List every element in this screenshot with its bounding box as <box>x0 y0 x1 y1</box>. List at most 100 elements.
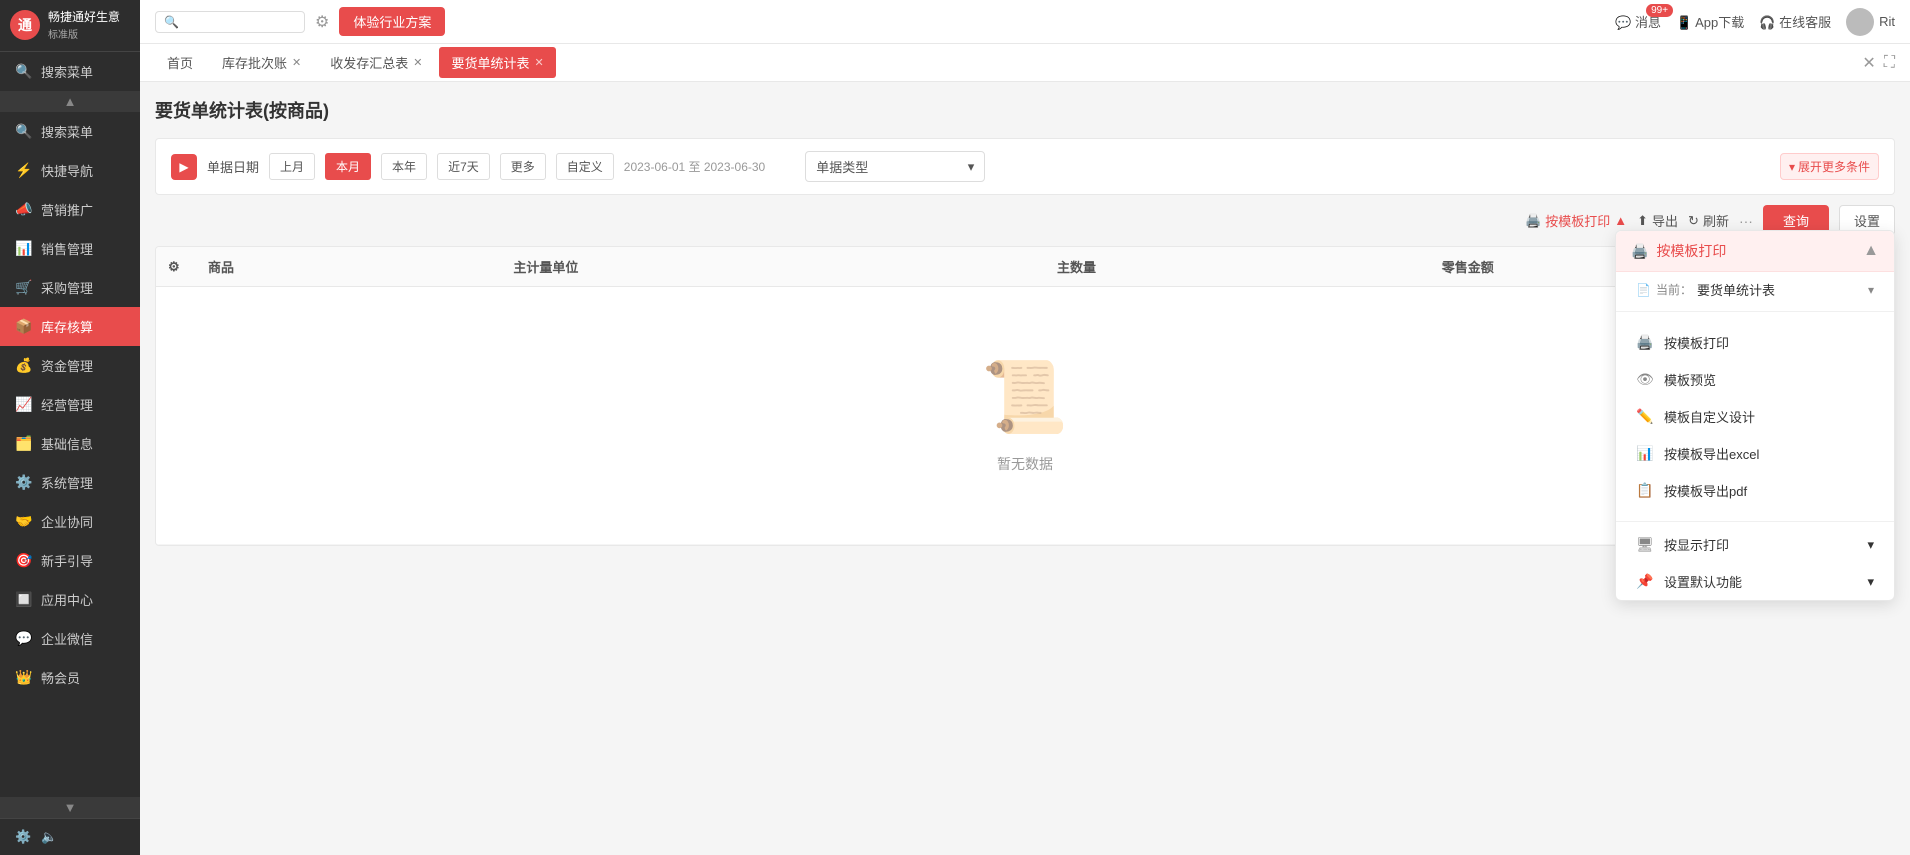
sidebar-item-quick-nav[interactable]: ⚡ 快捷导航 <box>0 151 140 190</box>
nav-label-wechat: 企业微信 <box>41 629 93 648</box>
dropdown-header-right: ▲ <box>1863 242 1879 260</box>
dropdown-title: 按模板打印 <box>1656 241 1726 261</box>
content-area: 要货单统计表(按商品) ▶ 单据日期 上月 本月 本年 近7天 更多 自定义 2… <box>140 82 1910 855</box>
dropdown-item-set-default[interactable]: 📌 设置默认功能 ▾ <box>1616 563 1894 600</box>
tab-inventory-batch[interactable]: 库存批次账 ✕ <box>210 47 313 78</box>
maximize-window-icon[interactable]: ⛶ <box>1884 54 1895 72</box>
sidebar-item-finance[interactable]: 💰 资金管理 <box>0 346 140 385</box>
topbar-actions: 💬 消息 99+ 📱 App下载 🎧 在线客服 Rit <box>1615 8 1895 36</box>
avatar <box>1846 8 1874 36</box>
sidebar-item-search[interactable]: 🔍 搜索菜单 <box>0 112 140 151</box>
user-info[interactable]: Rit <box>1846 8 1895 36</box>
scroll-down-btn[interactable]: ▼ <box>0 797 140 818</box>
tab-receive-summary[interactable]: 收发存汇总表 ✕ <box>318 47 434 78</box>
app-download-label: App下载 <box>1695 15 1744 30</box>
current-template-prefix: 当前： <box>1656 281 1692 298</box>
sidebar-item-apps[interactable]: 🔲 应用中心 <box>0 580 140 619</box>
scroll-up-btn[interactable]: ▲ <box>0 91 140 112</box>
filter-expand-icon[interactable]: ▶ <box>171 154 197 180</box>
sidebar-item-wechat[interactable]: 💬 企业微信 <box>0 619 140 658</box>
dropdown-item-export-pdf[interactable]: 📋 按模板导出pdf <box>1616 472 1894 509</box>
current-template-value: 要货单统计表 <box>1697 280 1775 299</box>
date-btn-custom[interactable]: 自定义 <box>556 153 614 180</box>
print-button[interactable]: 🖨️ 按模板打印 ▲ <box>1525 211 1627 230</box>
sidebar-item-system[interactable]: ⚙️ 系统管理 <box>0 463 140 502</box>
topbar-search-box[interactable]: 🔍 <box>155 11 305 33</box>
page-title: 要货单统计表(按商品) <box>155 97 1895 123</box>
phone-icon: 📱 <box>1676 15 1692 30</box>
nav-icon-system: ⚙️ <box>15 474 33 491</box>
export-button[interactable]: ⬆ 导出 <box>1637 211 1678 230</box>
display-print-icon: 🖥 <box>1636 536 1654 553</box>
settings-icon[interactable]: ⚙ <box>315 12 329 32</box>
expand-more-btn[interactable]: ▾ 展开更多条件 <box>1780 153 1879 180</box>
nav-icon-basic: 🗂️ <box>15 435 33 452</box>
sidebar-item-member[interactable]: 👑 畅会员 <box>0 658 140 697</box>
nav-label-inventory: 库存核算 <box>41 317 93 336</box>
dropdown-section-templates: 🖨️ 按模板打印 👁 模板预览 ✏️ 模板自定义设计 📊 按模板导出excel … <box>1616 316 1894 517</box>
sidebar-item-guide[interactable]: 🎯 新手引导 <box>0 541 140 580</box>
trial-button[interactable]: 体验行业方案 <box>339 7 445 36</box>
dropdown-item-template-print[interactable]: 🖨️ 按模板打印 <box>1616 324 1894 361</box>
nav-icon-cooperation: 🤝 <box>15 513 33 530</box>
settings-icon[interactable]: ⚙️ <box>15 829 31 845</box>
online-service-link[interactable]: 🎧 在线客服 <box>1759 12 1831 31</box>
excel-item-icon: 📊 <box>1636 445 1654 462</box>
sidebar-bottom: ⚙️ 🔈 <box>0 818 140 855</box>
display-print-left: 🖥 按显示打印 <box>1636 535 1729 554</box>
tab-order-stats-close[interactable]: ✕ <box>535 56 544 69</box>
nav-icon-guide: 🎯 <box>15 552 33 569</box>
order-type-select[interactable]: 单据类型 ▾ <box>805 151 985 182</box>
message-icon: 💬 <box>1615 15 1631 30</box>
dropdown-item-export-excel[interactable]: 📊 按模板导出excel <box>1616 435 1894 472</box>
sidebar-search-label: 搜索菜单 <box>41 62 93 81</box>
dropdown-header-left: 🖨️ 按模板打印 <box>1631 241 1726 261</box>
sidebar-search[interactable]: 🔍 搜索菜单 <box>0 52 140 91</box>
sidebar-item-inventory[interactable]: 📦 库存核算 <box>0 307 140 346</box>
date-btn-this-year[interactable]: 本年 <box>381 153 427 180</box>
date-btn-7days[interactable]: 近7天 <box>437 153 490 180</box>
dropdown-chevron-up-icon[interactable]: ▲ <box>1863 242 1879 260</box>
sidebar-item-operations[interactable]: 📈 经营管理 <box>0 385 140 424</box>
date-btn-more[interactable]: 更多 <box>500 153 546 180</box>
sidebar-item-marketing[interactable]: 📣 营销推广 <box>0 190 140 229</box>
refresh-button[interactable]: ↻ 刷新 <box>1688 211 1729 230</box>
sidebar: 通 畅捷通好生意 标准版 🔍 搜索菜单 ▲ 🔍 搜索菜单⚡ 快捷导航📣 营销推广… <box>0 0 140 855</box>
tab-order-stats[interactable]: 要货单统计表 ✕ <box>439 47 555 78</box>
tab-receive-summary-close[interactable]: ✕ <box>413 56 422 69</box>
expand-more-label: 展开更多条件 <box>1798 158 1870 175</box>
nav-label-search: 搜索菜单 <box>41 122 93 141</box>
message-badge[interactable]: 💬 消息 99+ <box>1615 12 1661 31</box>
tab-home[interactable]: 首页 <box>155 47 205 78</box>
app-download-link[interactable]: 📱 App下载 <box>1676 12 1744 31</box>
sidebar-item-sales[interactable]: 📊 销售管理 <box>0 229 140 268</box>
date-filter-label: 单据日期 <box>207 157 259 176</box>
dropdown-item-template-preview-label: 模板预览 <box>1664 370 1716 389</box>
more-options-icon[interactable]: ··· <box>1739 213 1753 229</box>
dropdown-item-template-design[interactable]: ✏️ 模板自定义设计 <box>1616 398 1894 435</box>
date-btn-this-month[interactable]: 本月 <box>325 153 371 180</box>
dropdown-item-display-print[interactable]: 🖥 按显示打印 ▾ <box>1616 526 1894 563</box>
print-chevron-icon: ▲ <box>1614 213 1627 228</box>
main-area: 🔍 ⚙ 体验行业方案 💬 消息 99+ 📱 App下载 🎧 在线客服 Rit <box>140 0 1910 855</box>
order-type-label: 单据类型 <box>816 157 868 176</box>
col-settings[interactable]: ⚙ <box>156 247 196 287</box>
online-service-label: 在线客服 <box>1779 15 1831 30</box>
dropdown-item-export-excel-label: 按模板导出excel <box>1664 444 1759 463</box>
tab-inventory-batch-label: 库存批次账 <box>222 53 287 72</box>
nav-label-purchase: 采购管理 <box>41 278 93 297</box>
dropdown-divider-1 <box>1616 311 1894 312</box>
sidebar-item-purchase[interactable]: 🛒 采购管理 <box>0 268 140 307</box>
search-icon: 🔍 <box>15 63 33 80</box>
dropdown-item-template-preview[interactable]: 👁 模板预览 <box>1616 361 1894 398</box>
set-default-chevron-icon: ▾ <box>1867 574 1874 590</box>
current-template-row[interactable]: 📄 当前： 要货单统计表 ▾ <box>1616 272 1894 307</box>
sidebar-item-basic[interactable]: 🗂️ 基础信息 <box>0 424 140 463</box>
tab-inventory-batch-close[interactable]: ✕ <box>292 56 301 69</box>
close-window-icon[interactable]: ✕ <box>1862 53 1875 73</box>
nav-label-guide: 新手引导 <box>41 551 93 570</box>
speaker-icon[interactable]: 🔈 <box>41 829 57 845</box>
col-unit: 主计量单位 <box>501 247 1045 287</box>
sidebar-item-cooperation[interactable]: 🤝 企业协同 <box>0 502 140 541</box>
date-btn-last-month[interactable]: 上月 <box>269 153 315 180</box>
